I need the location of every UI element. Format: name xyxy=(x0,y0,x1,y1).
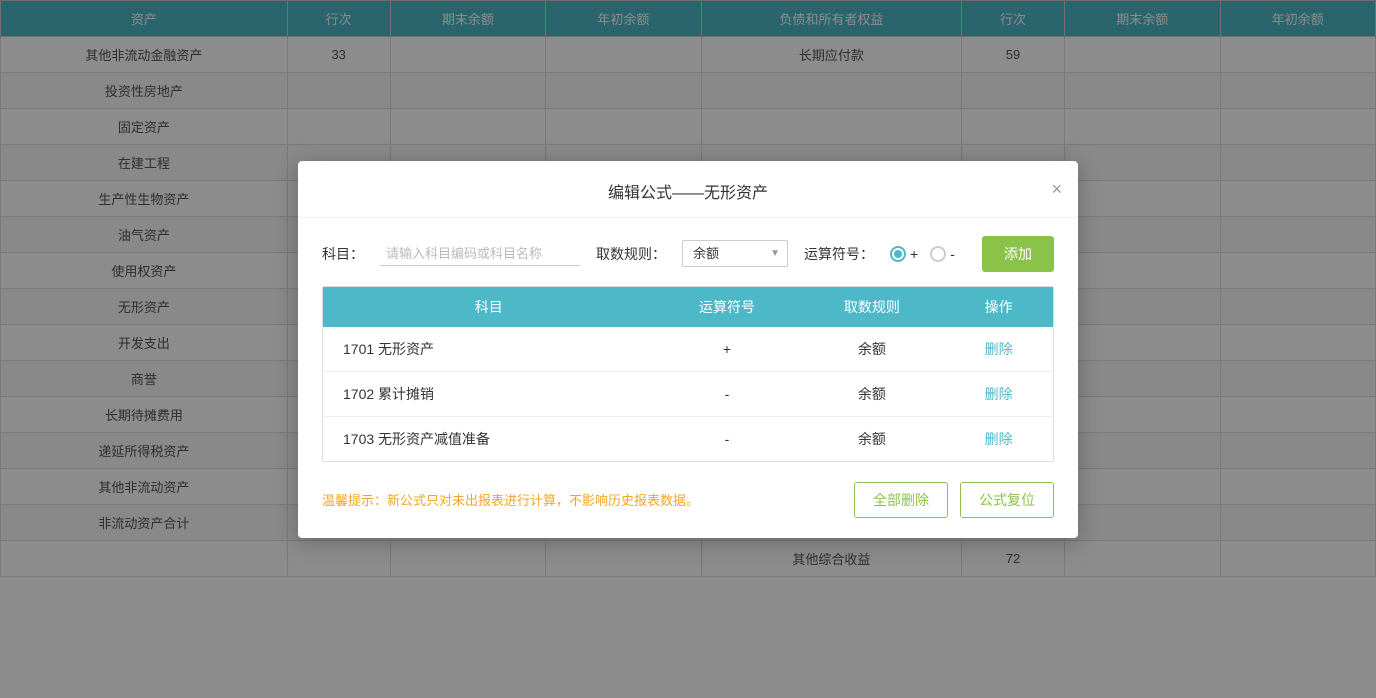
row1-subject: 1701 无形资产 xyxy=(323,327,655,372)
operator-radio-group: + - xyxy=(890,246,955,262)
row3-operator: - xyxy=(655,416,800,461)
radio-plus-circle xyxy=(890,246,906,262)
formula-row: 1703 无形资产减值准备 - 余额 删除 xyxy=(323,416,1053,461)
row1-operator: + xyxy=(655,327,800,372)
form-row: 科目： 取数规则： 余额 借方发生额 贷方发生额 期初余额 ▼ 运算符号： xyxy=(298,218,1078,286)
delete-all-button[interactable]: 全部删除 xyxy=(854,482,948,518)
operator-minus-radio[interactable]: - xyxy=(930,246,955,262)
delete-link-3[interactable]: 删除 xyxy=(985,431,1013,447)
row2-rule: 余额 xyxy=(799,371,944,416)
modal-close-button[interactable]: × xyxy=(1051,180,1062,198)
operator-plus-radio[interactable]: + xyxy=(890,246,918,262)
page-container: 资产 行次 期末余额 年初余额 负债和所有者权益 行次 期末余额 年初余额 其他… xyxy=(0,0,1376,698)
rule-select-wrap: 余额 借方发生额 贷方发生额 期初余额 ▼ xyxy=(682,240,788,267)
delete-link-2[interactable]: 删除 xyxy=(985,386,1013,402)
row3-rule: 余额 xyxy=(799,416,944,461)
row1-rule: 余额 xyxy=(799,327,944,372)
modal-footer: 温馨提示：新公式只对未出报表进行计算，不影响历史报表数据。 全部删除 公式复位 xyxy=(298,462,1078,518)
radio-minus-circle xyxy=(930,246,946,262)
row3-action[interactable]: 删除 xyxy=(944,416,1053,461)
row2-action[interactable]: 删除 xyxy=(944,371,1053,416)
rule-label: 取数规则： xyxy=(596,244,666,264)
operator-plus-label: + xyxy=(910,246,918,262)
formula-table: 科目 运算符号 取数规则 操作 1701 无形资产 + 余额 删除 xyxy=(323,287,1053,461)
row3-subject: 1703 无形资产减值准备 xyxy=(323,416,655,461)
footer-buttons: 全部删除 公式复位 xyxy=(854,482,1054,518)
modal-header: 编辑公式——无形资产 × xyxy=(298,161,1078,218)
hint-text: 温馨提示：新公式只对未出报表进行计算，不影响历史报表数据。 xyxy=(322,490,699,509)
col-header-subject: 科目 xyxy=(323,287,655,327)
modal-overlay: 编辑公式——无形资产 × 科目： 取数规则： 余额 借方发生额 贷方发生额 期初… xyxy=(0,0,1376,698)
subject-label: 科目： xyxy=(322,244,364,264)
add-button[interactable]: 添加 xyxy=(982,236,1054,272)
row1-action[interactable]: 删除 xyxy=(944,327,1053,372)
col-header-operator: 运算符号 xyxy=(655,287,800,327)
operator-minus-label: - xyxy=(950,246,955,262)
col-header-action: 操作 xyxy=(944,287,1053,327)
modal-title: 编辑公式——无形资产 xyxy=(608,185,768,202)
modal-dialog: 编辑公式——无形资产 × 科目： 取数规则： 余额 借方发生额 贷方发生额 期初… xyxy=(298,161,1078,538)
reset-formula-button[interactable]: 公式复位 xyxy=(960,482,1054,518)
formula-row: 1702 累计摊销 - 余额 删除 xyxy=(323,371,1053,416)
subject-input[interactable] xyxy=(380,242,580,266)
operator-label: 运算符号： xyxy=(804,244,874,264)
row2-operator: - xyxy=(655,371,800,416)
row2-subject: 1702 累计摊销 xyxy=(323,371,655,416)
delete-link-1[interactable]: 删除 xyxy=(985,341,1013,357)
formula-row: 1701 无形资产 + 余额 删除 xyxy=(323,327,1053,372)
rule-select[interactable]: 余额 借方发生额 贷方发生额 期初余额 xyxy=(682,240,788,267)
col-header-rule: 取数规则 xyxy=(799,287,944,327)
modal-table-wrap: 科目 运算符号 取数规则 操作 1701 无形资产 + 余额 删除 xyxy=(322,286,1054,462)
